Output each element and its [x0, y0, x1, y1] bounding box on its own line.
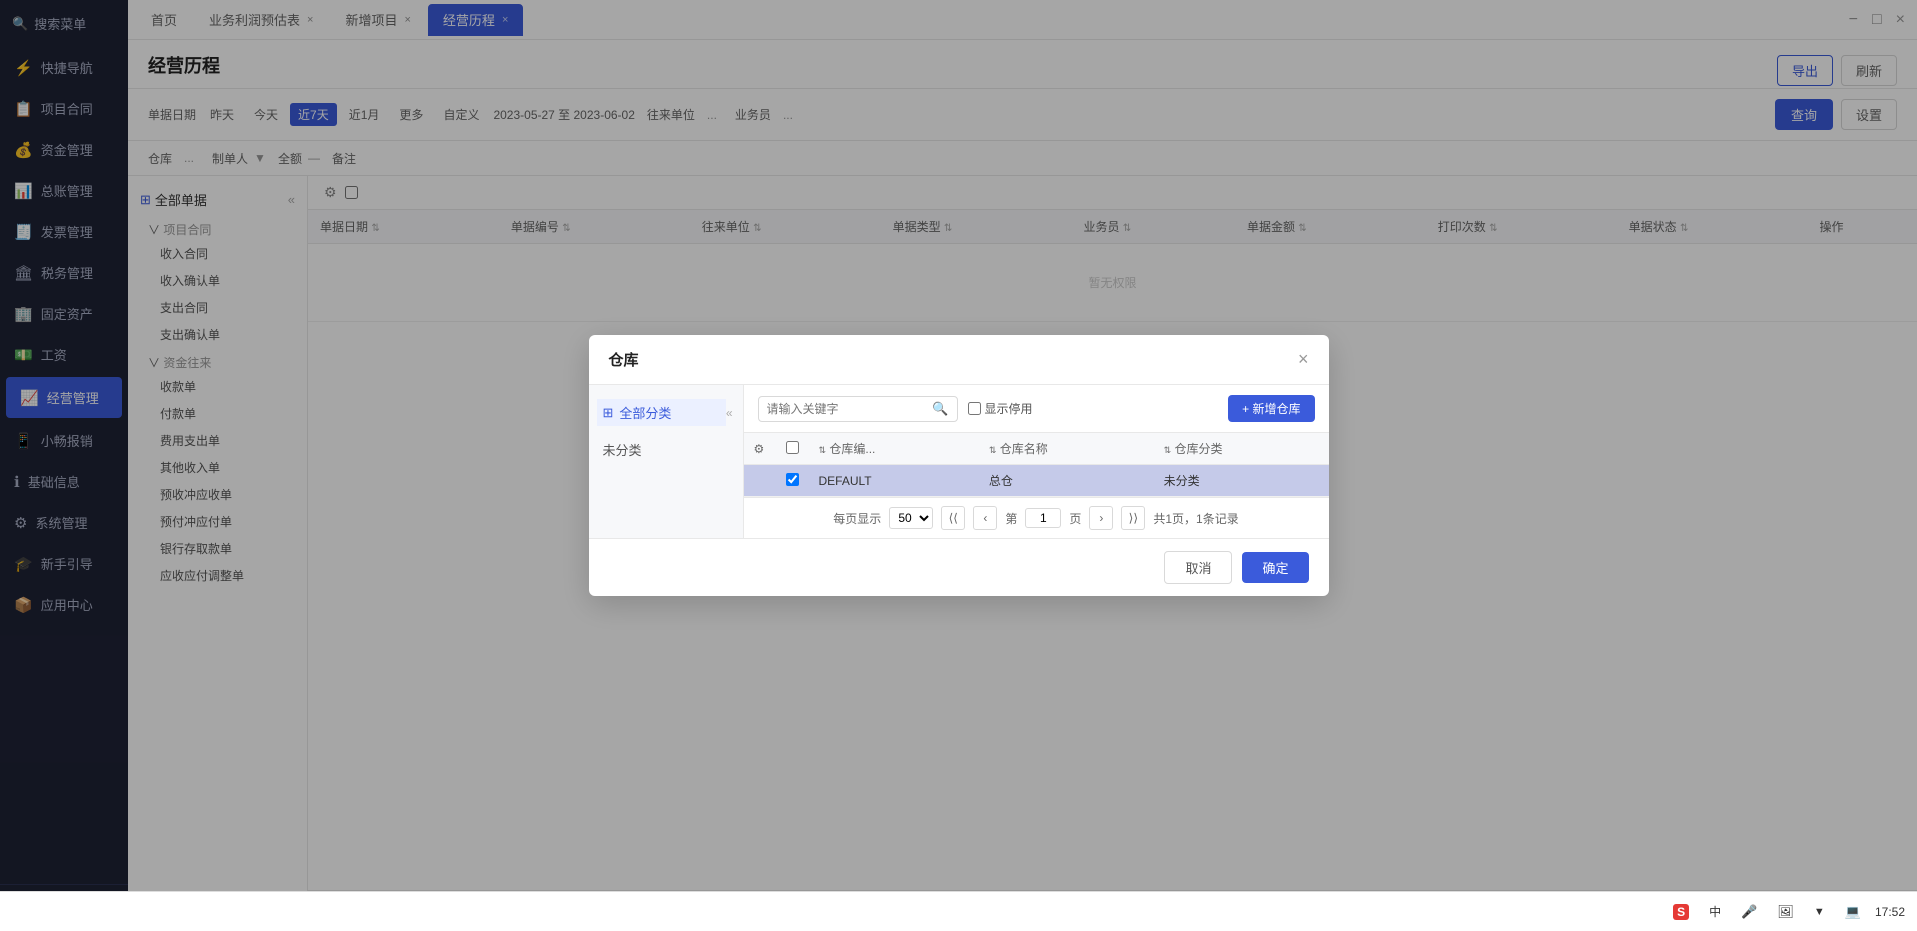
- modal-left-panel: ⊞ 全部分类 « 未分类: [589, 385, 744, 538]
- modal-search-icon: 🔍: [932, 401, 948, 417]
- all-category-label: 全部分类: [619, 403, 671, 422]
- modal-body: ⊞ 全部分类 « 未分类 🔍: [589, 385, 1329, 538]
- modal-toolbar: 🔍 显示停用 + 新增仓库: [744, 385, 1329, 433]
- show-disabled-label: 显示停用: [985, 400, 1033, 417]
- taskbar-icon-mic[interactable]: 🎤: [1735, 902, 1763, 922]
- modal-pagination: 每页显示 50 ⟨⟨ ‹ 第 页 › ⟩⟩ 共1页，1条记录: [744, 497, 1329, 538]
- modal-page-suffix: 页: [1069, 510, 1081, 527]
- all-category-icon: ⊞: [603, 405, 614, 421]
- row-checkbox[interactable]: [786, 473, 799, 486]
- row-name-cell: 总仓: [979, 465, 1154, 497]
- show-disabled-checkbox[interactable]: [968, 402, 981, 415]
- modal-search-box[interactable]: 🔍: [758, 396, 958, 422]
- modal-page-label: 第: [1005, 510, 1017, 527]
- modal-close-button[interactable]: ×: [1298, 349, 1309, 370]
- modal-prev-page-btn[interactable]: ‹: [973, 506, 997, 530]
- modal-search-input[interactable]: [767, 402, 927, 416]
- modal-all-category-item[interactable]: ⊞ 全部分类: [597, 399, 726, 426]
- modal-title: 仓库: [609, 349, 639, 370]
- modal-right-panel: 🔍 显示停用 + 新增仓库 ⚙: [744, 385, 1329, 538]
- modal-select-all[interactable]: [786, 441, 799, 454]
- sort-up-icon: ⇅: [819, 445, 827, 455]
- cancel-button[interactable]: 取消: [1164, 551, 1232, 584]
- show-disabled-checkbox-label[interactable]: 显示停用: [968, 400, 1033, 417]
- confirm-button[interactable]: 确定: [1242, 552, 1308, 583]
- modal-col-category: ⇅ 仓库分类: [1154, 433, 1329, 465]
- taskbar: S 中 🎤 🖼 ▼ 💻 17:52: [0, 891, 1917, 931]
- taskbar-icon-down[interactable]: ▼: [1808, 904, 1831, 920]
- modal-header: 仓库 ×: [589, 335, 1329, 385]
- table-row[interactable]: DEFAULT 总仓 未分类: [744, 465, 1329, 497]
- row-settings-cell: [744, 465, 776, 497]
- modal-left-collapse-icon[interactable]: «: [726, 406, 733, 420]
- uncategorized-label: 未分类: [603, 440, 642, 459]
- modal-actions: 取消 确定: [589, 538, 1329, 596]
- taskbar-icon-s[interactable]: S: [1667, 902, 1695, 922]
- modal-col-name: ⇅ 仓库名称: [979, 433, 1154, 465]
- modal-page-input[interactable]: [1025, 508, 1061, 528]
- modal-col-code: ⇅ 仓库编...: [809, 433, 979, 465]
- warehouse-modal: 仓库 × ⊞ 全部分类 « 未分类: [589, 335, 1329, 596]
- taskbar-time: 17:52: [1875, 905, 1905, 919]
- modal-table-container: ⚙ ⇅ 仓库编... ⇅ 仓库名称: [744, 433, 1329, 497]
- modal-table: ⚙ ⇅ 仓库编... ⇅ 仓库名称: [744, 433, 1329, 497]
- modal-next-page-btn[interactable]: ›: [1089, 506, 1113, 530]
- modal-total-label: 共1页，1条记录: [1153, 510, 1238, 527]
- row-checkbox-cell: [776, 465, 809, 497]
- taskbar-icon-zh[interactable]: 中: [1703, 901, 1727, 922]
- modal-uncategorized-item[interactable]: 未分类: [589, 432, 743, 467]
- modal-per-page-select[interactable]: 50: [889, 507, 933, 529]
- modal-col-checkbox: [776, 433, 809, 465]
- modal-last-page-btn[interactable]: ⟩⟩: [1121, 506, 1145, 530]
- add-warehouse-button[interactable]: + 新增仓库: [1228, 395, 1314, 422]
- modal-col-settings: ⚙: [744, 433, 776, 465]
- row-code-cell: DEFAULT: [809, 465, 979, 497]
- sort-cat-icon: ⇅: [1164, 445, 1172, 455]
- row-category-cell: 未分类: [1154, 465, 1329, 497]
- sort-name-icon: ⇅: [989, 445, 997, 455]
- taskbar-icon-img[interactable]: 🖼: [1771, 902, 1800, 922]
- modal-first-page-btn[interactable]: ⟨⟨: [941, 506, 965, 530]
- modal-overlay: 仓库 × ⊞ 全部分类 « 未分类: [0, 0, 1917, 931]
- taskbar-icon-pc[interactable]: 💻: [1839, 902, 1867, 922]
- modal-per-page-label: 每页显示: [833, 510, 881, 527]
